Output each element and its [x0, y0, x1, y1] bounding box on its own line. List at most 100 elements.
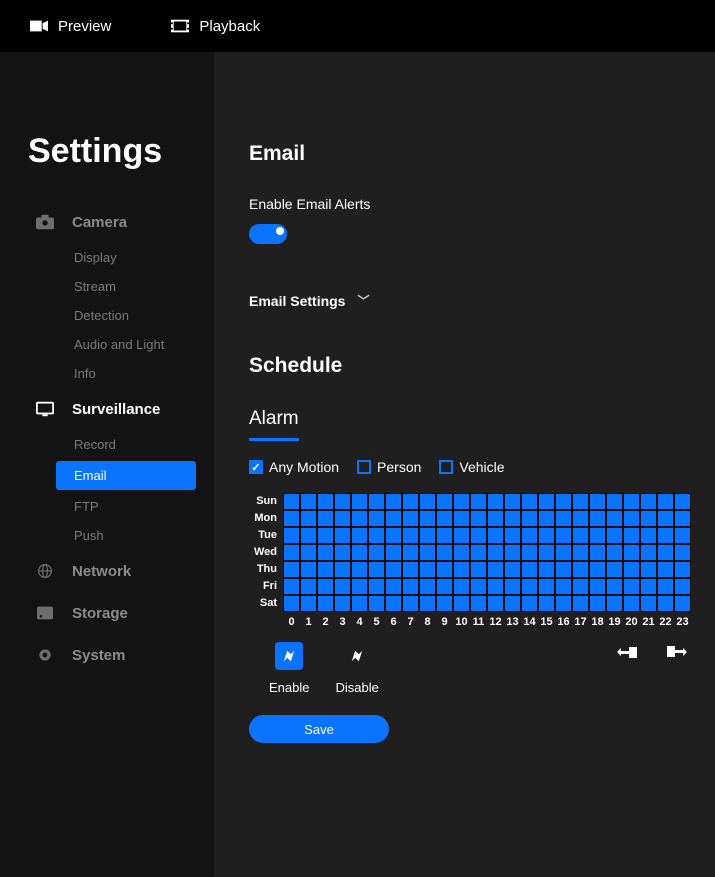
- sidebar-item-email[interactable]: Email: [56, 461, 196, 490]
- grid-cell[interactable]: [657, 493, 674, 510]
- grid-cell[interactable]: [402, 578, 419, 595]
- grid-cell[interactable]: [351, 527, 368, 544]
- grid-cell[interactable]: [453, 544, 470, 561]
- grid-cell[interactable]: [589, 561, 606, 578]
- grid-cell[interactable]: [419, 544, 436, 561]
- grid-cell[interactable]: [436, 527, 453, 544]
- grid-cell[interactable]: [351, 493, 368, 510]
- grid-cell[interactable]: [317, 510, 334, 527]
- grid-cell[interactable]: [487, 578, 504, 595]
- grid-cell[interactable]: [623, 578, 640, 595]
- grid-cell[interactable]: [504, 493, 521, 510]
- grid-cell[interactable]: [640, 493, 657, 510]
- grid-cell[interactable]: [436, 595, 453, 612]
- grid-cell[interactable]: [402, 561, 419, 578]
- grid-cell[interactable]: [436, 561, 453, 578]
- check-person[interactable]: Person: [357, 459, 421, 475]
- grid-cell[interactable]: [589, 527, 606, 544]
- grid-cell[interactable]: [606, 561, 623, 578]
- grid-cell[interactable]: [283, 527, 300, 544]
- grid-cell[interactable]: [317, 561, 334, 578]
- grid-cell[interactable]: [640, 578, 657, 595]
- grid-cell[interactable]: [300, 561, 317, 578]
- grid-cell[interactable]: [521, 510, 538, 527]
- grid-cell[interactable]: [521, 578, 538, 595]
- grid-cell[interactable]: [317, 493, 334, 510]
- sidebar-item-display[interactable]: Display: [0, 243, 214, 272]
- grid-cell[interactable]: [657, 544, 674, 561]
- grid-cell[interactable]: [521, 493, 538, 510]
- grid-cell[interactable]: [317, 595, 334, 612]
- check-vehicle[interactable]: Vehicle: [439, 459, 504, 475]
- grid-cell[interactable]: [504, 527, 521, 544]
- grid-cell[interactable]: [470, 561, 487, 578]
- grid-cell[interactable]: [504, 578, 521, 595]
- grid-cell[interactable]: [572, 578, 589, 595]
- grid-cell[interactable]: [351, 561, 368, 578]
- grid-cell[interactable]: [453, 578, 470, 595]
- grid-cell[interactable]: [555, 544, 572, 561]
- grid-cell[interactable]: [283, 578, 300, 595]
- grid-cell[interactable]: [470, 493, 487, 510]
- grid-cell[interactable]: [487, 527, 504, 544]
- grid-cell[interactable]: [385, 578, 402, 595]
- grid-cell[interactable]: [470, 527, 487, 544]
- grid-cell[interactable]: [419, 561, 436, 578]
- grid-cell[interactable]: [674, 527, 691, 544]
- grid-cell[interactable]: [368, 544, 385, 561]
- grid-cell[interactable]: [640, 510, 657, 527]
- grid-cell[interactable]: [419, 527, 436, 544]
- grid-cell[interactable]: [300, 578, 317, 595]
- sidebar-item-audio-light[interactable]: Audio and Light: [0, 330, 214, 359]
- grid-cell[interactable]: [555, 578, 572, 595]
- grid-cell[interactable]: [640, 561, 657, 578]
- tool-enable[interactable]: Enable: [269, 642, 309, 695]
- grid-cell[interactable]: [606, 510, 623, 527]
- grid-cell[interactable]: [402, 527, 419, 544]
- grid-cell[interactable]: [623, 493, 640, 510]
- grid-cell[interactable]: [419, 510, 436, 527]
- grid-cell[interactable]: [470, 595, 487, 612]
- grid-cell[interactable]: [606, 527, 623, 544]
- grid-cell[interactable]: [283, 493, 300, 510]
- grid-cell[interactable]: [623, 544, 640, 561]
- grid-cell[interactable]: [555, 595, 572, 612]
- enable-email-toggle[interactable]: [249, 224, 287, 244]
- grid-cell[interactable]: [674, 493, 691, 510]
- grid-cell[interactable]: [436, 578, 453, 595]
- grid-cell[interactable]: [640, 544, 657, 561]
- grid-cell[interactable]: [470, 510, 487, 527]
- grid-cell[interactable]: [470, 578, 487, 595]
- grid-cell[interactable]: [334, 561, 351, 578]
- grid-cell[interactable]: [419, 578, 436, 595]
- grid-cell[interactable]: [385, 510, 402, 527]
- grid-cell[interactable]: [419, 595, 436, 612]
- grid-cell[interactable]: [487, 595, 504, 612]
- grid-cell[interactable]: [623, 561, 640, 578]
- grid-cell[interactable]: [453, 510, 470, 527]
- sidebar-item-info[interactable]: Info: [0, 359, 214, 388]
- grid-cell[interactable]: [385, 527, 402, 544]
- grid-cell[interactable]: [368, 510, 385, 527]
- grid-cell[interactable]: [538, 510, 555, 527]
- grid-cell[interactable]: [640, 527, 657, 544]
- grid-cell[interactable]: [555, 561, 572, 578]
- grid-cell[interactable]: [453, 595, 470, 612]
- grid-cell[interactable]: [538, 527, 555, 544]
- grid-cell[interactable]: [606, 544, 623, 561]
- grid-cell[interactable]: [504, 561, 521, 578]
- grid-cell[interactable]: [657, 510, 674, 527]
- grid-cell[interactable]: [504, 595, 521, 612]
- grid-cell[interactable]: [589, 510, 606, 527]
- grid-cell[interactable]: [674, 578, 691, 595]
- grid-cell[interactable]: [623, 595, 640, 612]
- grid-cell[interactable]: [504, 510, 521, 527]
- grid-cell[interactable]: [419, 493, 436, 510]
- grid-cell[interactable]: [657, 595, 674, 612]
- select-none-icon[interactable]: [615, 642, 639, 662]
- grid-cell[interactable]: [334, 510, 351, 527]
- grid-cell[interactable]: [538, 493, 555, 510]
- grid-cell[interactable]: [657, 527, 674, 544]
- grid-cell[interactable]: [334, 595, 351, 612]
- grid-cell[interactable]: [657, 561, 674, 578]
